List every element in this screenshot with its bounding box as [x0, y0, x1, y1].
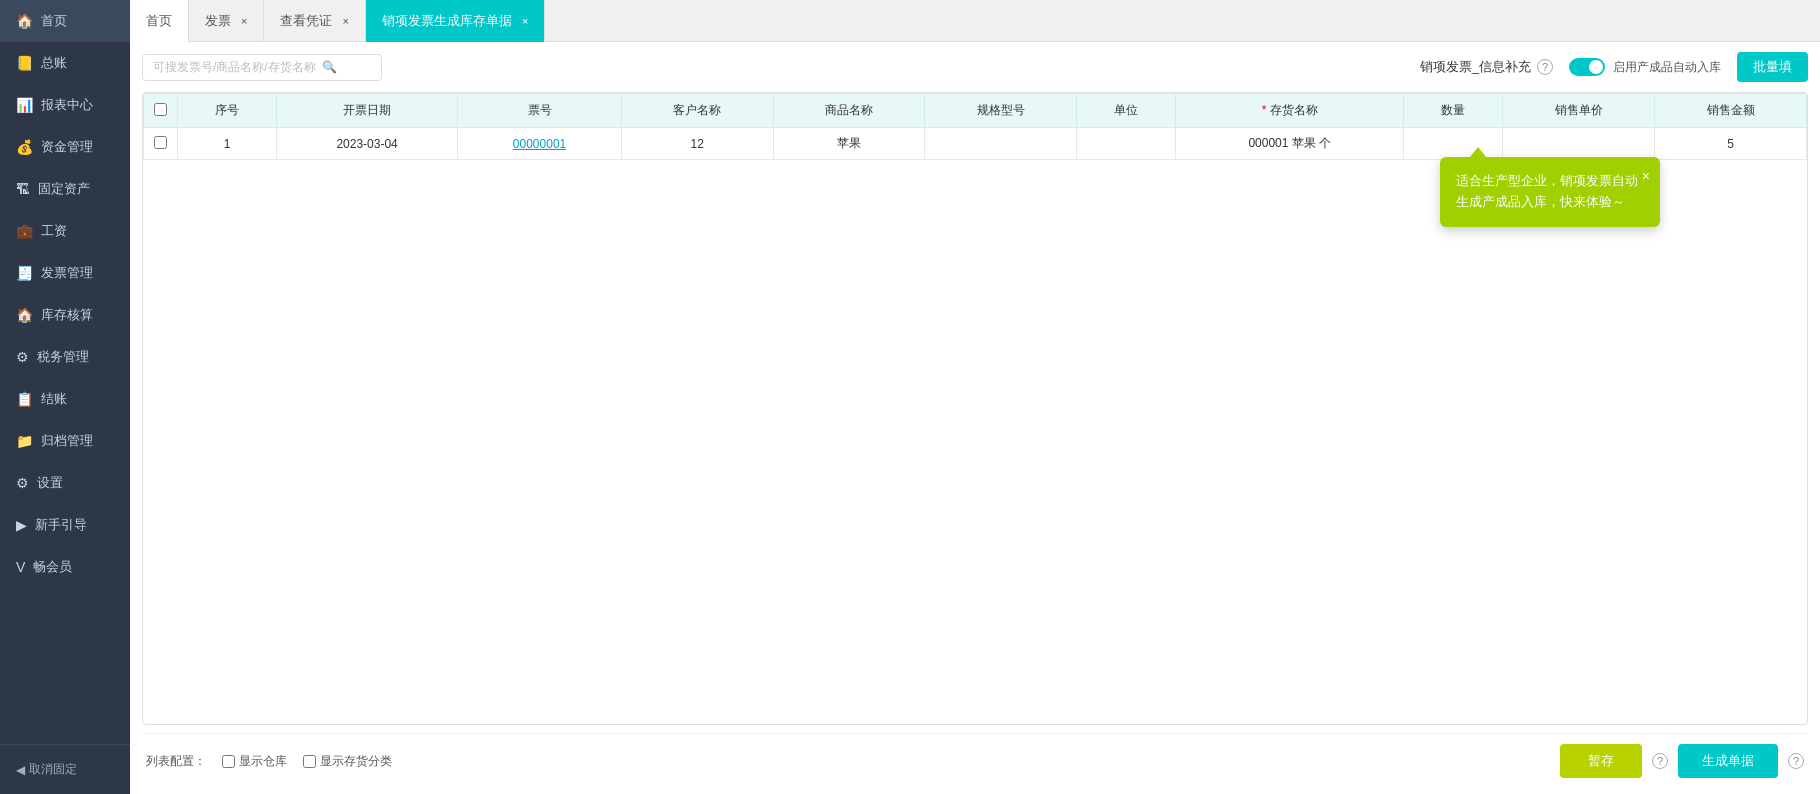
sidebar-item-fixed-assets[interactable]: 🏗 固定资产 [0, 168, 130, 210]
tab-invoice[interactable]: 发票 × [189, 0, 264, 42]
select-all-checkbox[interactable] [154, 103, 167, 116]
toggle-switch[interactable] [1569, 58, 1605, 76]
row-date: 2023-03-04 [276, 128, 457, 160]
toolbar: 可搜发票号/商品名称/存货名称 🔍 销项发票_信息补充 ? 启用产成品自动入库 … [142, 52, 1808, 82]
settings-icon: ⚙ [16, 475, 29, 491]
inventory-icon: 🏠 [16, 307, 33, 323]
show-category-check[interactable]: 显示存货分类 [303, 753, 392, 770]
data-table: 序号 开票日期 票号 客户名称 商品名称 规格型号 单位 存货名称 数量 销售单… [143, 93, 1807, 160]
th-qty: 数量 [1404, 94, 1503, 128]
sidebar-item-archive[interactable]: 📁 归档管理 [0, 420, 130, 462]
th-date: 开票日期 [276, 94, 457, 128]
salary-icon: 💼 [16, 223, 33, 239]
sidebar-item-closing[interactable]: 📋 结账 [0, 378, 130, 420]
tooltip-close-button[interactable]: × [1642, 165, 1650, 187]
info-icon[interactable]: ? [1537, 59, 1553, 75]
row-ticket-no[interactable]: 00000001 [458, 128, 622, 160]
row-unit-price [1503, 128, 1655, 160]
sidebar-item-salary[interactable]: 💼 工资 [0, 210, 130, 252]
toggle-area: 启用产成品自动入库 [1569, 58, 1721, 76]
th-unit-price: 销售单价 [1503, 94, 1655, 128]
row-amount: 5 [1655, 128, 1807, 160]
generate-button[interactable]: 生成单据 [1678, 744, 1778, 778]
gen-help-icon[interactable]: ? [1788, 753, 1804, 769]
toolbar-right: 销项发票_信息补充 ? 启用产成品自动入库 批量填 [1420, 52, 1808, 82]
tab-cancel-invoice[interactable]: 销项发票生成库存单据 × [366, 0, 545, 42]
th-checkbox [144, 94, 178, 128]
tooltip-arrow [1470, 147, 1486, 157]
bottom-bar: 列表配置： 显示仓库 显示存货分类 暂存 ? 生成单据 ? [142, 733, 1808, 784]
sidebar-item-capital[interactable]: 💰 资金管理 [0, 126, 130, 168]
tab-home[interactable]: 首页 [130, 0, 189, 42]
th-amount: 销售金额 [1655, 94, 1807, 128]
sidebar-bottom: ◀ 取消固定 [0, 744, 130, 794]
home-icon: 🏠 [16, 13, 33, 29]
sidebar-item-report[interactable]: 📊 报表中心 [0, 84, 130, 126]
tab-invoice-close[interactable]: × [241, 15, 247, 27]
row-inventory: 000001 苹果 个 [1176, 128, 1404, 160]
search-icon[interactable]: 🔍 [322, 60, 337, 74]
undo-icon: ◀ [16, 763, 25, 777]
undo-fixed-button[interactable]: ◀ 取消固定 [0, 753, 130, 786]
tooltip-popup: × 适合生产型企业，销项发票自动生成产成品入库，快来体验～ [1440, 157, 1660, 227]
row-seq: 1 [178, 128, 277, 160]
tab-cancel-invoice-close[interactable]: × [522, 15, 528, 27]
info-label: 销项发票_信息补充 ? [1420, 58, 1553, 76]
row-customer: 12 [621, 128, 773, 160]
sidebar: 🏠 首页 📒 总账 📊 报表中心 💰 资金管理 🏗 固定资产 💼 工资 🧾 发票… [0, 0, 130, 794]
row-unit [1077, 128, 1176, 160]
ledger-icon: 📒 [16, 55, 33, 71]
sidebar-item-home[interactable]: 🏠 首页 [0, 0, 130, 42]
sidebar-item-guide[interactable]: ▶ 新手引导 [0, 504, 130, 546]
row-qty [1404, 128, 1503, 160]
save-help-icon[interactable]: ? [1652, 753, 1668, 769]
sidebar-item-settings[interactable]: ⚙ 设置 [0, 462, 130, 504]
row-spec [925, 128, 1077, 160]
show-category-checkbox[interactable] [303, 755, 316, 768]
archive-icon: 📁 [16, 433, 33, 449]
th-product: 商品名称 [773, 94, 925, 128]
tab-bar: 首页 发票 × 查看凭证 × 销项发票生成库存单据 × [130, 0, 1820, 42]
closing-icon: 📋 [16, 391, 33, 407]
th-customer: 客户名称 [621, 94, 773, 128]
table-row: 1 2023-03-04 00000001 12 苹果 000001 苹果 个 … [144, 128, 1807, 160]
sidebar-item-tax[interactable]: ⚙ 税务管理 [0, 336, 130, 378]
main-area: 首页 发票 × 查看凭证 × 销项发票生成库存单据 × 可搜发票号/商品名称/存… [130, 0, 1820, 794]
table-header: 序号 开票日期 票号 客户名称 商品名称 规格型号 单位 存货名称 数量 销售单… [144, 94, 1807, 128]
table-body: 1 2023-03-04 00000001 12 苹果 000001 苹果 个 … [144, 128, 1807, 160]
content-area: 可搜发票号/商品名称/存货名称 🔍 销项发票_信息补充 ? 启用产成品自动入库 … [130, 42, 1820, 794]
th-spec: 规格型号 [925, 94, 1077, 128]
th-unit: 单位 [1077, 94, 1176, 128]
guide-icon: ▶ [16, 517, 27, 533]
report-icon: 📊 [16, 97, 33, 113]
save-button[interactable]: 暂存 [1560, 744, 1642, 778]
vip-icon: V [16, 559, 25, 575]
tab-voucher-close[interactable]: × [342, 15, 348, 27]
sidebar-item-invoice-mgmt[interactable]: 🧾 发票管理 [0, 252, 130, 294]
toggle-knob [1589, 60, 1603, 74]
sidebar-item-inventory[interactable]: 🏠 库存核算 [0, 294, 130, 336]
list-config: 列表配置： 显示仓库 显示存货分类 [146, 753, 392, 770]
row-checkbox[interactable] [154, 136, 167, 149]
search-box[interactable]: 可搜发票号/商品名称/存货名称 🔍 [142, 54, 382, 81]
batch-fill-button[interactable]: 批量填 [1737, 52, 1808, 82]
invoice-mgmt-icon: 🧾 [16, 265, 33, 281]
bottom-actions: 暂存 ? 生成单据 ? [1560, 744, 1804, 778]
capital-icon: 💰 [16, 139, 33, 155]
search-placeholder-text: 可搜发票号/商品名称/存货名称 [153, 59, 316, 76]
th-ticket-no: 票号 [458, 94, 622, 128]
sidebar-item-ledger[interactable]: 📒 总账 [0, 42, 130, 84]
th-seq: 序号 [178, 94, 277, 128]
row-checkbox-cell [144, 128, 178, 160]
th-inventory: 存货名称 [1176, 94, 1404, 128]
tab-voucher[interactable]: 查看凭证 × [264, 0, 365, 42]
show-warehouse-check[interactable]: 显示仓库 [222, 753, 287, 770]
row-product: 苹果 [773, 128, 925, 160]
fixed-assets-icon: 🏗 [16, 181, 30, 197]
sidebar-item-vip[interactable]: V 畅会员 [0, 546, 130, 588]
show-warehouse-checkbox[interactable] [222, 755, 235, 768]
tax-icon: ⚙ [16, 349, 29, 365]
